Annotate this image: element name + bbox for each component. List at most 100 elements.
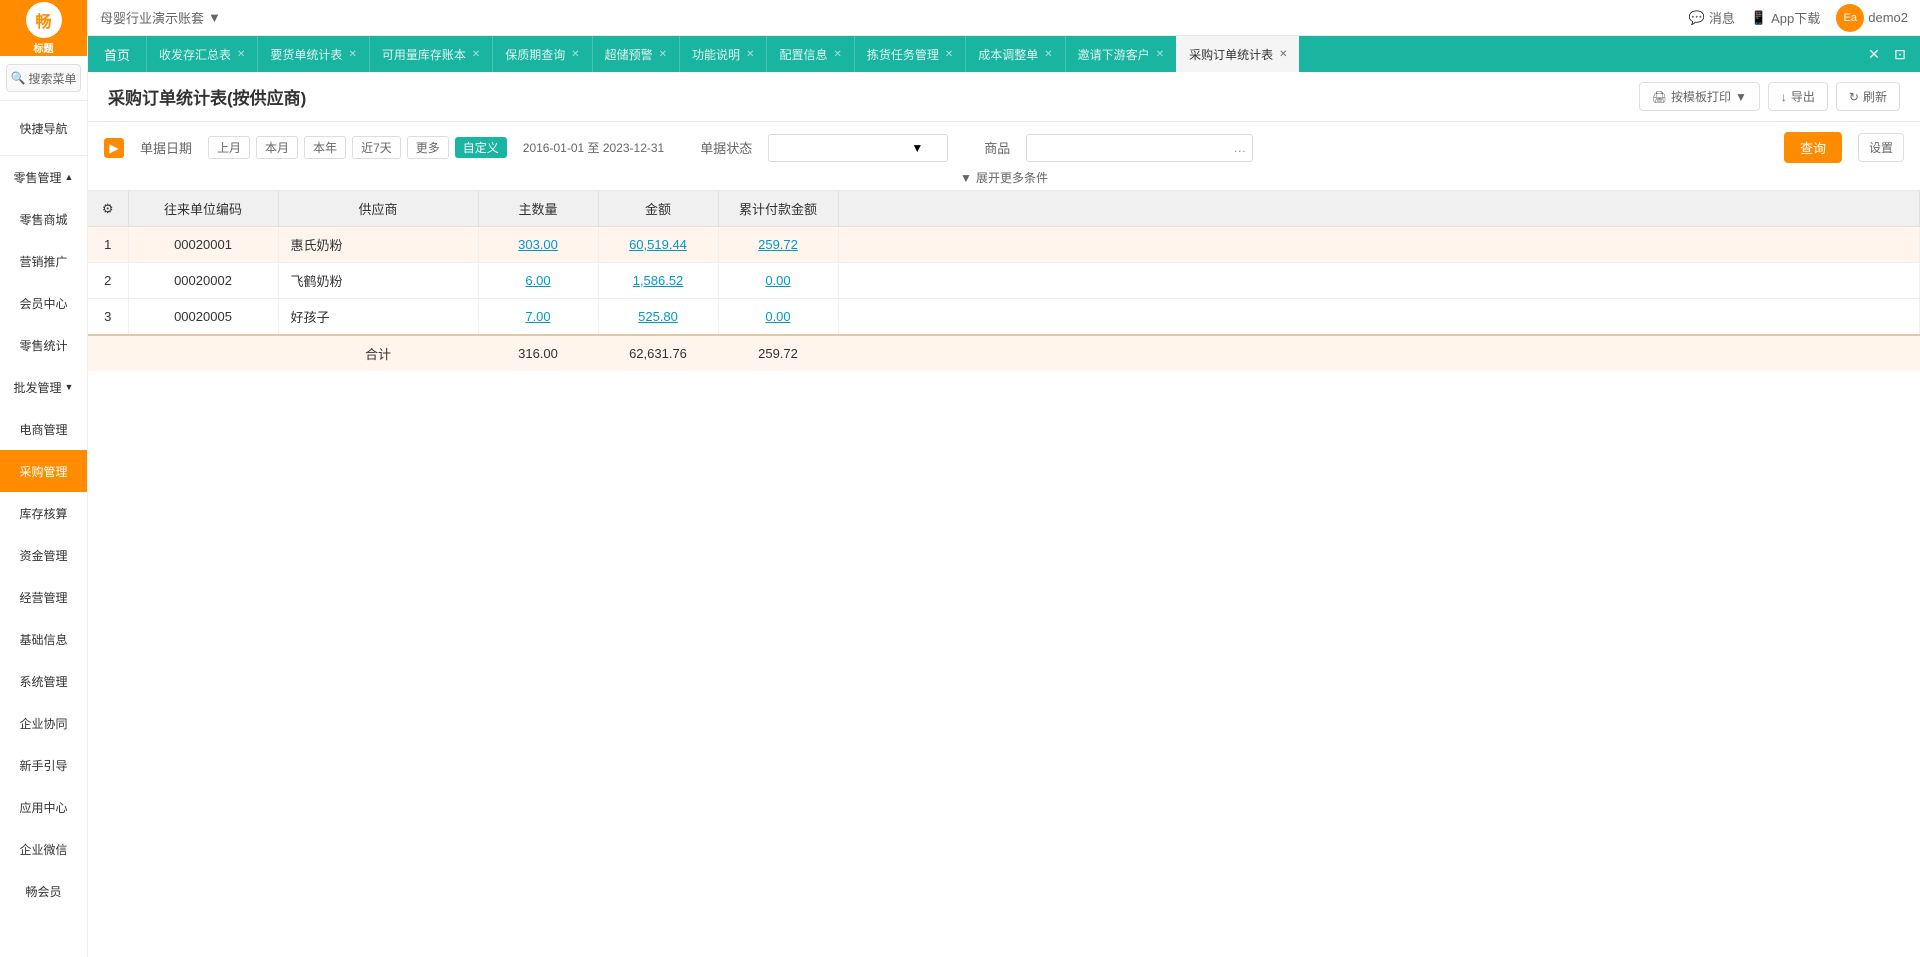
refresh-icon: ↻ [1849, 90, 1859, 104]
export-icon: ↓ [1781, 90, 1787, 104]
tab-close-icon[interactable]: ✕ [833, 49, 841, 60]
tab-config-info[interactable]: 配置信息 ✕ [766, 36, 853, 72]
col-extra-header [838, 191, 1920, 227]
row-qty[interactable]: 6.00 [478, 263, 598, 299]
tab-restore-button[interactable]: ⊡ [1888, 42, 1912, 66]
sidebar-item-inventory[interactable]: 库存核算 [0, 492, 87, 534]
tab-close-icon[interactable]: ✕ [237, 49, 245, 60]
row-amount[interactable]: 60,519.44 [598, 227, 718, 263]
date-this-month-button[interactable]: 本月 [256, 136, 298, 159]
col-qty-header: 主数量 [478, 191, 598, 227]
row-amount[interactable]: 1,586.52 [598, 263, 718, 299]
tab-close-icon[interactable]: ✕ [1044, 49, 1052, 60]
tab-home[interactable]: 首页 [88, 36, 146, 72]
tab-warranty-query[interactable]: 保质期查询 ✕ [492, 36, 591, 72]
sidebar-item-operation[interactable]: 经营管理 [0, 576, 87, 618]
tab-bar: 首页 收发存汇总表 ✕ 要货单统计表 ✕ 可用量库存账本 ✕ 保质期查询 ✕ 超… [88, 36, 1920, 72]
tab-close-icon[interactable]: ✕ [348, 49, 356, 60]
col-supplier-header: 供应商 [278, 191, 478, 227]
col-code-header: 往来单位编码 [128, 191, 278, 227]
table-row: 2 00020002 飞鹤奶粉 6.00 1,586.52 [88, 263, 1920, 299]
tab-available-stock[interactable]: 可用量库存账本 ✕ [369, 36, 492, 72]
filter-collapse-button[interactable]: ▶ [104, 138, 124, 158]
row-qty[interactable]: 7.00 [478, 299, 598, 336]
date-7days-button[interactable]: 近7天 [352, 136, 401, 159]
sidebar-item-marketing[interactable]: 营销推广 [0, 240, 87, 282]
sidebar-item-member[interactable]: 会员中心 [0, 282, 87, 324]
tab-receive-summary[interactable]: 收发存汇总表 ✕ [146, 36, 257, 72]
sidebar-item-sys-mgmt[interactable]: 系统管理 [0, 660, 87, 702]
tab-purchase-summary[interactable]: 采购订单统计表 ✕ [1176, 36, 1299, 72]
tab-close-icon[interactable]: ✕ [746, 49, 754, 60]
message-button[interactable]: 💬 消息 [1689, 8, 1735, 27]
sidebar-item-new-guide[interactable]: 新手引导 [0, 744, 87, 786]
tab-close-icon[interactable]: ✕ [1156, 49, 1164, 60]
tab-picking-task[interactable]: 拣货任务管理 ✕ [854, 36, 965, 72]
table-area: ⚙ 往来单位编码 供应商 主数量 金额 [88, 191, 1920, 957]
tab-goods-summary[interactable]: 要货单统计表 ✕ [257, 36, 368, 72]
sidebar-item-enterprise-wechat[interactable]: 企业微信 [0, 828, 87, 870]
tab-close-icon[interactable]: ✕ [1279, 49, 1287, 60]
row-index: 2 [88, 263, 128, 299]
avatar: Ea [1836, 4, 1864, 32]
sidebar-item-app-center[interactable]: 应用中心 [0, 786, 87, 828]
status-select[interactable]: ▼ [768, 134, 948, 162]
row-code: 00020005 [128, 299, 278, 336]
page-content: 采购订单统计表(按供应商) 🖨 按模板打印 ▼ ↓ 导出 ↻ 刷新 [88, 72, 1920, 957]
workspace-selector[interactable]: 母婴行业演示账套 ▼ [100, 8, 221, 27]
tab-function-desc[interactable]: 功能说明 ✕ [679, 36, 766, 72]
refresh-button[interactable]: ↻ 刷新 [1836, 82, 1900, 111]
row-supplier: 好孩子 [278, 299, 478, 336]
row-paid[interactable]: 0.00 [718, 263, 838, 299]
sidebar-item-retail[interactable]: 零售管理 ▲ [0, 156, 87, 198]
date-this-year-button[interactable]: 本年 [304, 136, 346, 159]
tab-overstock[interactable]: 超储预警 ✕ [592, 36, 679, 72]
date-more-button[interactable]: 更多 [407, 136, 449, 159]
sidebar-item-wholesale[interactable]: 批发管理 ▼ [0, 366, 87, 408]
sidebar-item-retail-stats[interactable]: 零售统计 [0, 324, 87, 366]
sidebar-item-purchase[interactable]: 采购管理 [0, 450, 87, 492]
settings-button[interactable]: 设置 [1858, 133, 1904, 162]
query-button[interactable]: 查询 [1784, 132, 1842, 163]
table-row: 3 00020005 好孩子 7.00 525.80 [88, 299, 1920, 336]
sidebar-item-quick-nav[interactable]: 快捷导航 [0, 107, 87, 149]
sidebar-item-enterprise-coop[interactable]: 企业协同 [0, 702, 87, 744]
sidebar-item-finance[interactable]: 资金管理 [0, 534, 87, 576]
row-paid[interactable]: 0.00 [718, 299, 838, 336]
tab-close-icon[interactable]: ✕ [945, 49, 953, 60]
tab-invite-customer[interactable]: 邀请下游客户 ✕ [1065, 36, 1176, 72]
sidebar: 畅 标题 🔍 搜索菜单 快捷导航 零售管理 ▲ 零售商城 营销推广 会员中心 零… [0, 0, 88, 957]
col-settings-header[interactable]: ⚙ [88, 191, 128, 227]
tab-close-icon[interactable]: ✕ [472, 49, 480, 60]
table-row: 1 00020001 惠氏奶粉 303.00 60,519.44 [88, 227, 1920, 263]
sidebar-item-retail-shop[interactable]: 零售商城 [0, 198, 87, 240]
goods-input[interactable] [1027, 135, 1227, 161]
app-download-button[interactable]: 📱 App下载 [1751, 8, 1820, 27]
row-code: 00020002 [128, 263, 278, 299]
tab-close-icon[interactable]: ✕ [571, 49, 579, 60]
tab-close-all-button[interactable]: ✕ [1862, 42, 1886, 66]
data-table: ⚙ 往来单位编码 供应商 主数量 金额 [88, 191, 1920, 371]
tab-close-icon[interactable]: ✕ [659, 49, 667, 60]
export-button[interactable]: ↓ 导出 [1768, 82, 1828, 111]
date-prev-month-button[interactable]: 上月 [208, 136, 250, 159]
page-header: 采购订单统计表(按供应商) 🖨 按模板打印 ▼ ↓ 导出 ↻ 刷新 [88, 72, 1920, 122]
sidebar-item-basic-info[interactable]: 基础信息 [0, 618, 87, 660]
footer-qty: 316.00 [478, 335, 598, 371]
sidebar-item-member2[interactable]: 畅会员 [0, 870, 87, 912]
row-paid[interactable]: 259.72 [718, 227, 838, 263]
print-button[interactable]: 🖨 按模板打印 ▼ [1639, 82, 1760, 111]
search-menu-button[interactable]: 🔍 搜索菜单 [6, 64, 81, 92]
row-index: 3 [88, 299, 128, 336]
user-avatar-area[interactable]: Ea demo2 [1836, 4, 1908, 32]
row-qty[interactable]: 303.00 [478, 227, 598, 263]
row-amount[interactable]: 525.80 [598, 299, 718, 336]
date-custom-tag[interactable]: 自定义 [455, 137, 507, 158]
goods-search-icon[interactable]: … [1227, 140, 1252, 155]
settings-icon[interactable]: ⚙ [102, 201, 114, 216]
expand-more-conditions-button[interactable]: ▼ 展开更多条件 [960, 169, 1048, 186]
sidebar-item-ecommerce[interactable]: 电商管理 [0, 408, 87, 450]
footer-amount: 62,631.76 [598, 335, 718, 371]
tab-cost-adjust[interactable]: 成本调整单 ✕ [965, 36, 1064, 72]
chevron-down-icon: ▼ [65, 382, 74, 392]
